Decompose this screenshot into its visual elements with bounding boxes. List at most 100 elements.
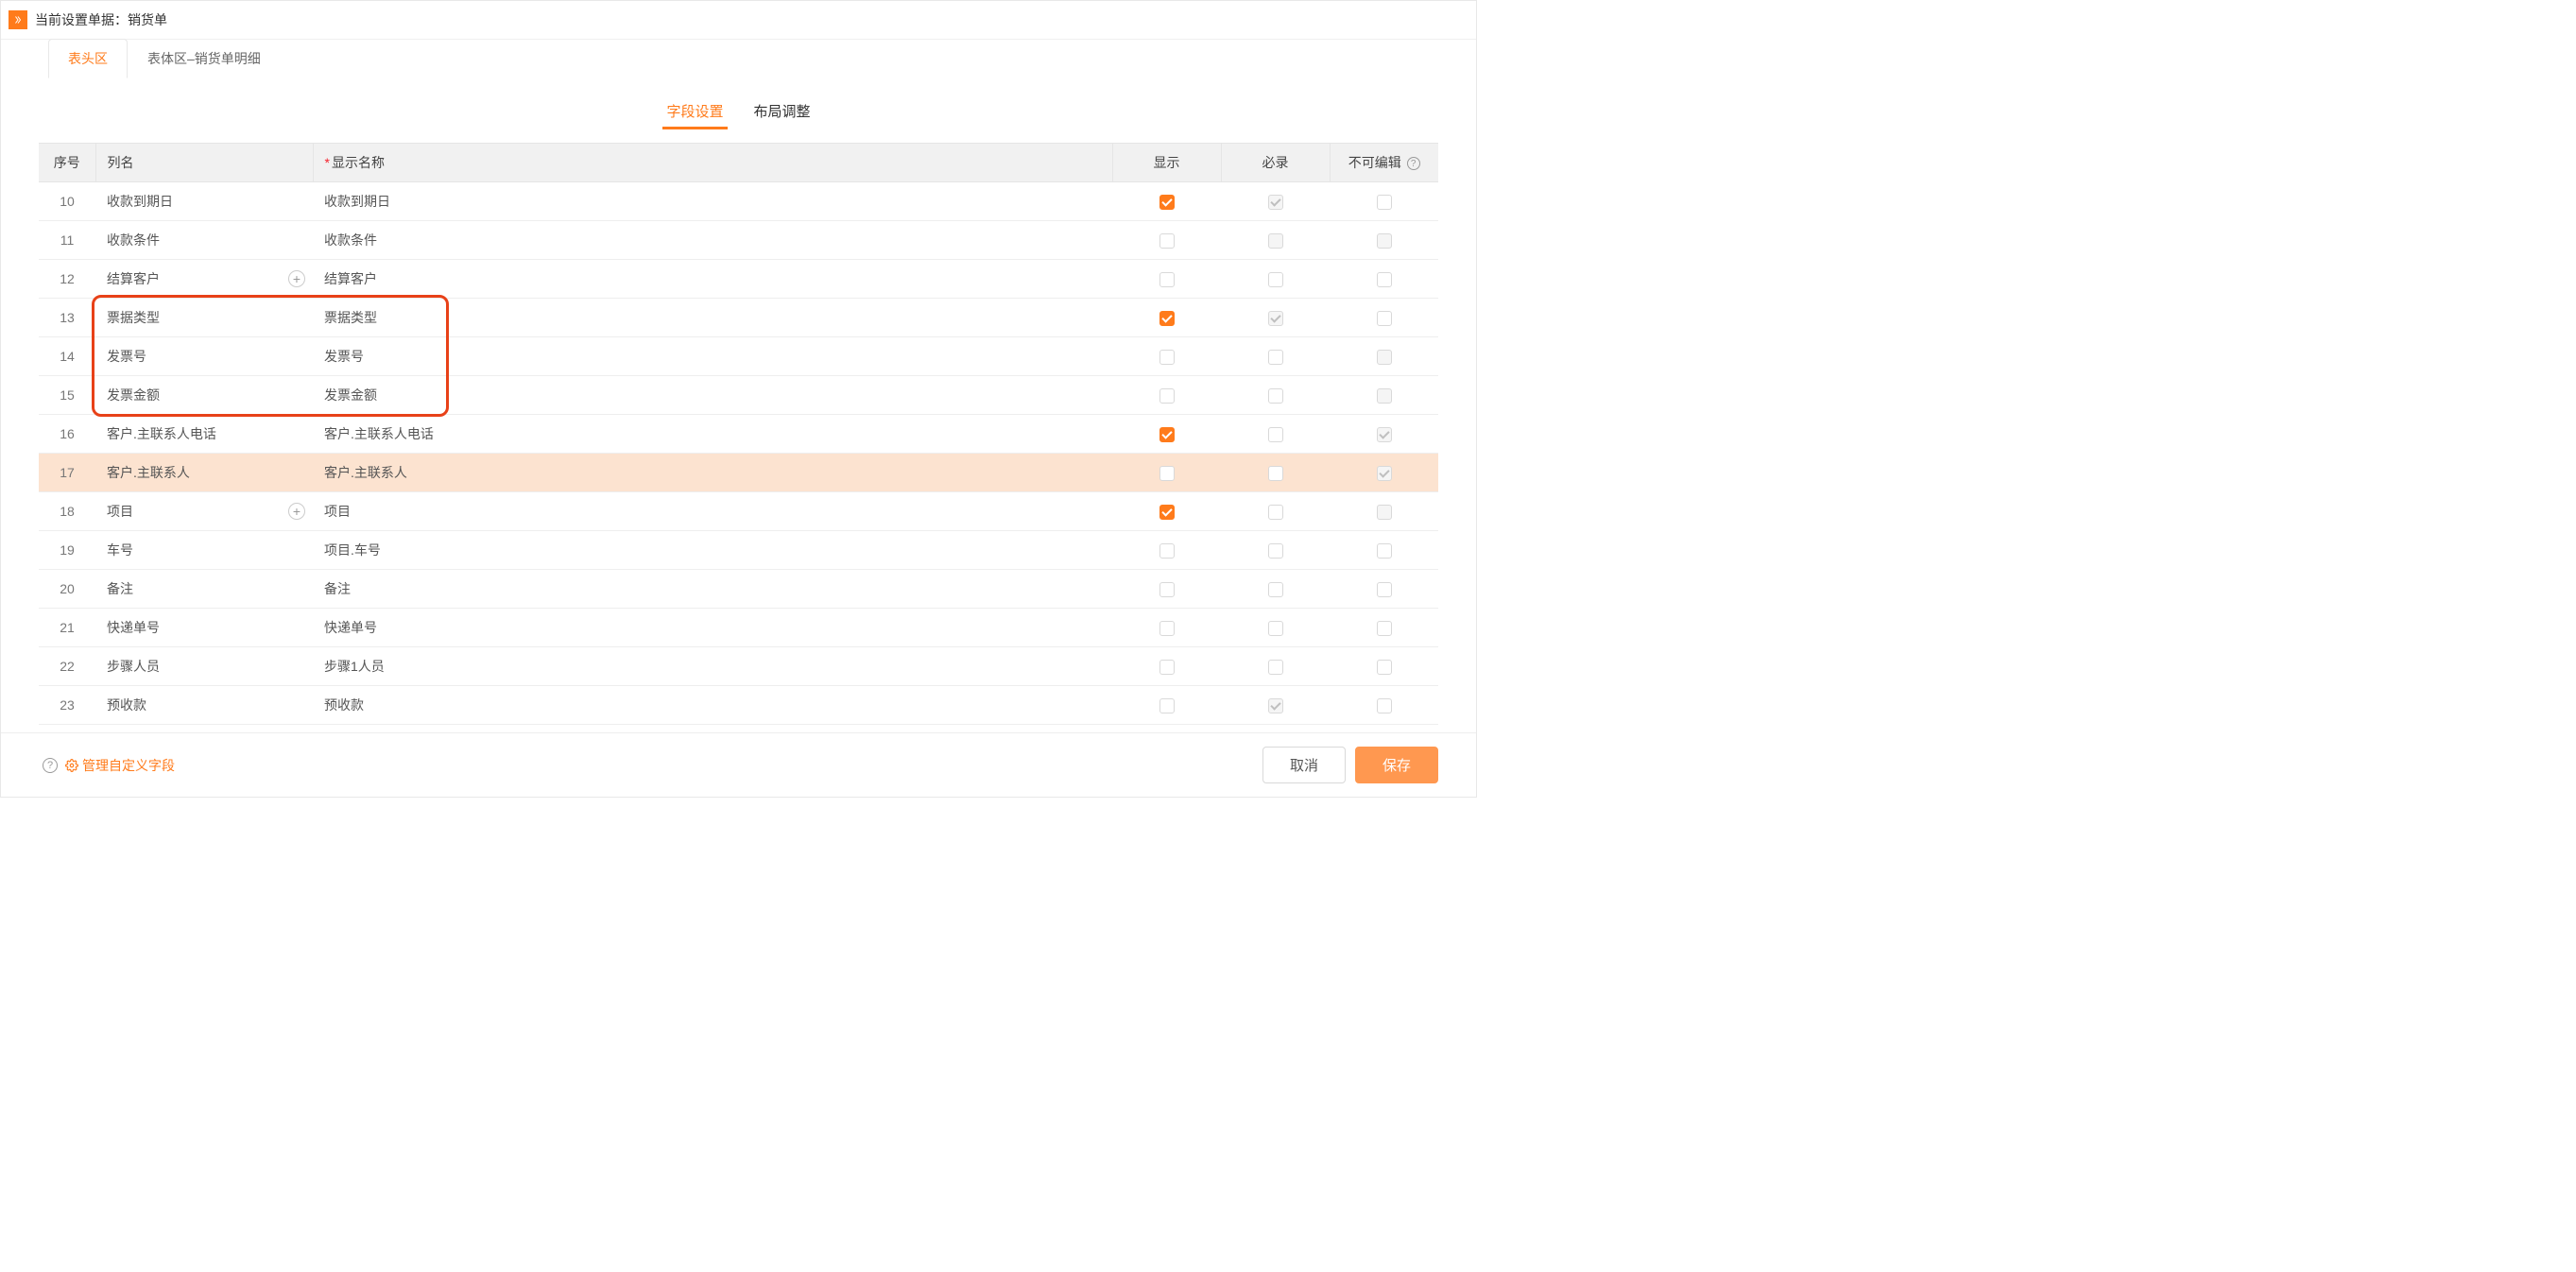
checkbox-show[interactable] — [1159, 233, 1175, 249]
checkbox-required[interactable] — [1268, 388, 1283, 404]
cell-display-name[interactable]: 步骤1人员 — [313, 647, 1112, 686]
cell-display-name[interactable]: 收款到期日 — [313, 182, 1112, 221]
manage-custom-fields-link[interactable]: 管理自定义字段 — [65, 756, 175, 775]
cell-seq: 12 — [39, 260, 95, 299]
checkbox-show[interactable] — [1159, 660, 1175, 675]
cell-seq: 18 — [39, 492, 95, 531]
table-row[interactable]: 20备注备注 — [39, 570, 1438, 609]
tab-header-area[interactable]: 表头区 — [48, 39, 128, 78]
cell-display-name[interactable]: 票据类型 — [313, 299, 1112, 337]
cell-display-name[interactable]: 备注 — [313, 570, 1112, 609]
cell-display-name[interactable]: 项目.车号 — [313, 531, 1112, 570]
checkbox-show[interactable] — [1159, 195, 1175, 210]
table-row[interactable]: 16客户.主联系人电话客户.主联系人电话 — [39, 415, 1438, 454]
checkbox-required[interactable] — [1268, 621, 1283, 636]
cell-display-name[interactable]: 项目 — [313, 492, 1112, 531]
table-row[interactable]: 11收款条件收款条件 — [39, 221, 1438, 260]
checkbox-readonly[interactable] — [1377, 311, 1392, 326]
checkbox-show[interactable] — [1159, 543, 1175, 559]
cell-display-name[interactable]: 收款条件 — [313, 221, 1112, 260]
tab-body-area[interactable]: 表体区–销货单明细 — [128, 39, 281, 78]
checkbox-show[interactable] — [1159, 311, 1175, 326]
checkbox-readonly[interactable] — [1377, 582, 1392, 597]
cell-seq: 10 — [39, 182, 95, 221]
checkbox-show[interactable] — [1159, 427, 1175, 442]
cell-readonly — [1330, 570, 1438, 609]
cell-readonly — [1330, 376, 1438, 415]
checkbox-show[interactable] — [1159, 350, 1175, 365]
cell-seq: 22 — [39, 647, 95, 686]
checkbox-readonly[interactable] — [1377, 698, 1392, 713]
table-row[interactable]: 12结算客户+结算客户 — [39, 260, 1438, 299]
col-name-text: 步骤人员 — [107, 659, 160, 674]
checkbox-show[interactable] — [1159, 698, 1175, 713]
checkbox-required[interactable] — [1268, 350, 1283, 365]
cell-show — [1112, 415, 1221, 454]
table-row[interactable]: 22 步骤人员 步骤1人员 — [39, 647, 1438, 686]
col-name-text: 收款到期日 — [107, 194, 173, 209]
checkbox-show[interactable] — [1159, 582, 1175, 597]
cell-readonly — [1330, 531, 1438, 570]
checkbox-readonly[interactable] — [1377, 543, 1392, 559]
checkbox-show[interactable] — [1159, 388, 1175, 404]
cell-display-name[interactable]: 发票号 — [313, 337, 1112, 376]
table-row[interactable]: 15发票金额发票金额 — [39, 376, 1438, 415]
gear-icon — [65, 759, 78, 772]
cell-display-name[interactable]: 客户.主联系人电话 — [313, 415, 1112, 454]
col-name-text: 客户.主联系人 — [107, 465, 190, 480]
collapse-toggle[interactable] — [9, 10, 27, 29]
table-row[interactable]: 21快递单号快递单号 — [39, 609, 1438, 647]
cell-seq: 23 — [39, 686, 95, 725]
tab-field-settings[interactable]: 字段设置 — [662, 95, 727, 129]
checkbox-required[interactable] — [1268, 505, 1283, 520]
checkbox-readonly[interactable] — [1377, 660, 1392, 675]
help-icon[interactable]: ? — [43, 758, 58, 773]
expand-plus-icon[interactable]: + — [288, 270, 305, 287]
header-label: 当前设置单据： — [35, 10, 128, 29]
checkbox-required[interactable] — [1268, 427, 1283, 442]
table-row[interactable]: 13 票据类型 票据类型 — [39, 299, 1438, 337]
cell-col-name: 客户.主联系人 — [95, 454, 313, 492]
cell-display-name[interactable]: 快递单号 — [313, 609, 1112, 647]
settings-panel: 当前设置单据： 销货单 表头区表体区–销货单明细 字段设置布局调整 序号 列名 … — [0, 0, 1477, 798]
checkbox-readonly[interactable] — [1377, 621, 1392, 636]
expand-plus-icon[interactable]: + — [288, 503, 305, 520]
cell-show — [1112, 221, 1221, 260]
cell-col-name: 结算客户+ — [95, 260, 313, 299]
checkbox-show[interactable] — [1159, 272, 1175, 287]
cell-display-name[interactable]: 预收款 — [313, 686, 1112, 725]
table-row[interactable]: 19车号项目.车号 — [39, 531, 1438, 570]
checkbox-show[interactable] — [1159, 621, 1175, 636]
checkbox-readonly[interactable] — [1377, 272, 1392, 287]
table-row[interactable]: 17客户.主联系人客户.主联系人 — [39, 454, 1438, 492]
cell-display-name[interactable]: 客户.主联系人 — [313, 454, 1112, 492]
checkbox-required — [1268, 698, 1283, 713]
checkbox-required[interactable] — [1268, 582, 1283, 597]
checkbox-required[interactable] — [1268, 543, 1283, 559]
table-row[interactable]: 23预收款预收款 — [39, 686, 1438, 725]
checkbox-readonly[interactable] — [1377, 195, 1392, 210]
help-icon[interactable]: ? — [1407, 157, 1420, 170]
table-row[interactable]: 10 收款到期日 收款到期日 — [39, 182, 1438, 221]
header-bar: 当前设置单据： 销货单 — [1, 1, 1476, 40]
table-row[interactable]: 14发票号发票号 — [39, 337, 1438, 376]
cell-col-name: 收款到期日 — [95, 182, 313, 221]
checkbox-required[interactable] — [1268, 272, 1283, 287]
cell-display-name[interactable]: 结算客户 — [313, 260, 1112, 299]
cell-readonly — [1330, 415, 1438, 454]
cancel-button[interactable]: 取消 — [1262, 747, 1346, 783]
cell-seq: 13 — [39, 299, 95, 337]
cell-seq: 16 — [39, 415, 95, 454]
tab-layout-adjust[interactable]: 布局调整 — [750, 95, 815, 129]
checkbox-required[interactable] — [1268, 660, 1283, 675]
cell-display-name[interactable]: 发票金额 — [313, 376, 1112, 415]
checkbox-readonly — [1377, 427, 1392, 442]
checkbox-show[interactable] — [1159, 505, 1175, 520]
col-name-text: 票据类型 — [107, 310, 160, 325]
checkbox-show[interactable] — [1159, 466, 1175, 481]
table-row[interactable]: 18项目+项目 — [39, 492, 1438, 531]
save-button[interactable]: 保存 — [1355, 747, 1438, 783]
checkbox-required[interactable] — [1268, 466, 1283, 481]
cell-show — [1112, 570, 1221, 609]
col-header-show: 显示 — [1112, 144, 1221, 182]
